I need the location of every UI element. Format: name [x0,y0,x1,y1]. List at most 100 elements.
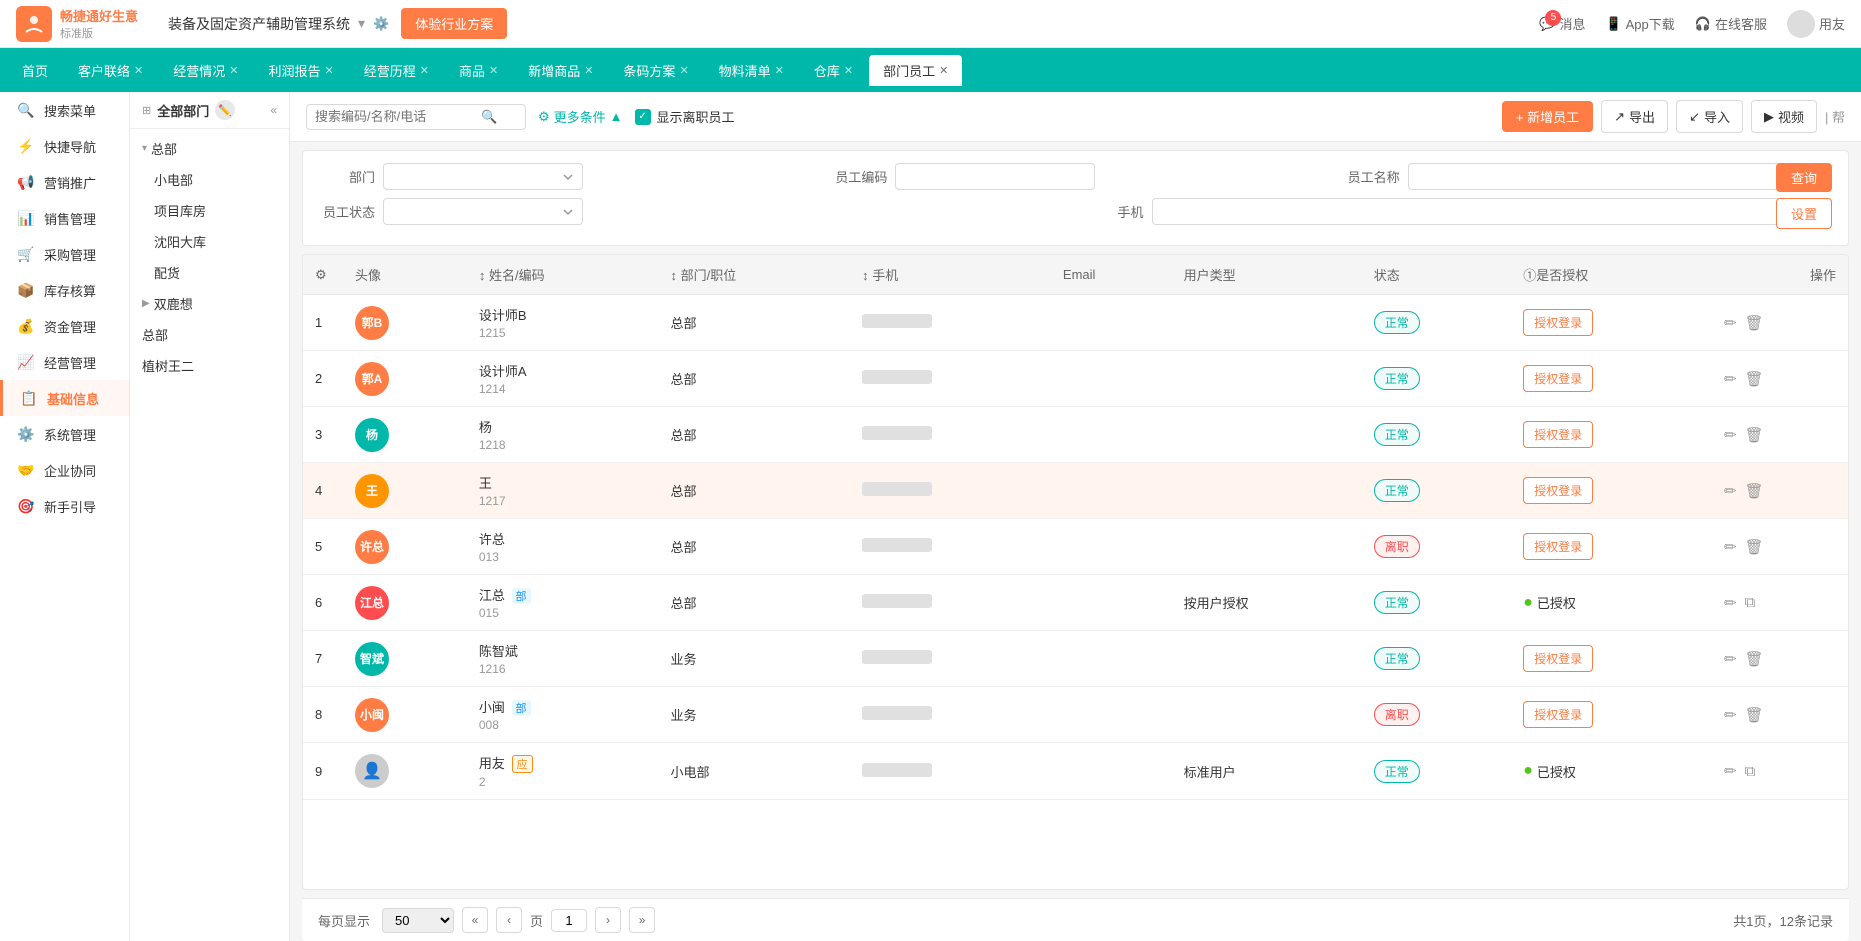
more-filter-button[interactable]: ⚙ 更多条件 ▲ [538,107,623,126]
close-icon[interactable]: ✕ [679,64,688,77]
sidebar-item-basic-info[interactable]: 📋 基础信息 [0,380,129,416]
dept-collapse-button[interactable]: « [270,103,277,117]
close-icon[interactable]: ✕ [584,64,593,77]
edit-icon[interactable]: ✏ [1724,426,1737,444]
emp-status-select[interactable] [383,198,583,225]
import-button[interactable]: ↙ 导入 [1676,100,1743,133]
sidebar-item-collab[interactable]: 🤝 企业协同 [0,452,129,488]
dept-node-xiaodibu[interactable]: 小电部 [130,164,289,195]
edit-icon[interactable]: ✏ [1724,594,1737,612]
dept-node-headquarters-parent[interactable]: ▾ 总部 [130,133,289,164]
dept-node-distribution[interactable]: 配货 [130,257,289,288]
delete-icon[interactable]: 🗑 [1745,314,1764,332]
col-phone[interactable]: ↕ 手机 [850,255,1051,295]
message-btn[interactable]: 💬 5 消息 [1539,14,1585,33]
delete-icon[interactable]: 🗑 [1745,426,1764,444]
close-icon[interactable]: ✕ [325,64,334,77]
tab-new-goods[interactable]: 新增商品 ✕ [514,55,607,86]
dept-node-project-warehouse[interactable]: 项目库房 [130,195,289,226]
show-resigned-toggle[interactable]: ✓ 显示离职员工 [635,107,735,126]
add-employee-button[interactable]: + 新增员工 [1502,101,1593,132]
close-icon[interactable]: ✕ [420,64,429,77]
set-button[interactable]: 设置 [1776,198,1832,229]
export-button[interactable]: ↗ 导出 [1601,100,1668,133]
auth-button[interactable]: 授权登录 [1523,477,1593,504]
sidebar-item-finance[interactable]: 💰 资金管理 [0,308,129,344]
auth-button[interactable]: 授权登录 [1523,645,1593,672]
tab-warehouse[interactable]: 仓库 ✕ [800,55,867,86]
tab-history[interactable]: 经营历程 ✕ [350,55,443,86]
close-icon-active[interactable]: ✕ [939,64,948,77]
delete-icon[interactable]: 🗑 [1745,706,1764,724]
tab-dept-employee[interactable]: 部门员工 ✕ [869,55,962,86]
first-page-button[interactable]: « [462,907,488,933]
search-input-wrap[interactable]: 🔍 [306,104,526,130]
tab-goods[interactable]: 商品 ✕ [445,55,512,86]
prev-page-button[interactable]: ‹ [496,907,522,933]
dept-node-shenyang[interactable]: 沈阳大库 [130,226,289,257]
tab-barcode[interactable]: 条码方案 ✕ [609,55,702,86]
page-size-select[interactable]: 50 100 200 [382,908,454,933]
edit-icon[interactable]: ✏ [1724,706,1737,724]
edit-icon[interactable]: ✏ [1724,482,1737,500]
sidebar-item-search[interactable]: 🔍 搜索菜单 [0,92,129,128]
dropdown-arrow-icon[interactable]: ▾ [358,15,365,32]
close-icon[interactable]: ✕ [134,64,143,77]
view-button[interactable]: ▶ 视频 [1751,100,1817,133]
emp-name-input[interactable] [1408,163,1832,190]
edit-icon[interactable]: ✏ [1724,538,1737,556]
page-number-input[interactable] [551,909,587,932]
tab-operations[interactable]: 经营情况 ✕ [159,55,252,86]
col-name-code[interactable]: ↕ 姓名/编码 [467,255,659,295]
search-input[interactable] [315,109,475,124]
edit-icon[interactable]: ✏ [1724,762,1737,780]
copy-icon[interactable]: ⧉ [1745,763,1756,780]
delete-icon[interactable]: 🗑 [1745,650,1764,668]
edit-icon[interactable]: ✏ [1724,650,1737,668]
col-dept[interactable]: ↕ 部门/职位 [659,255,851,295]
close-icon[interactable]: ✕ [229,64,238,77]
sidebar-item-system[interactable]: ⚙️ 系统管理 [0,416,129,452]
sidebar-item-guide[interactable]: 🎯 新手引导 [0,488,129,524]
delete-icon[interactable]: 🗑 [1745,482,1764,500]
settings-icon[interactable]: ⚙️ [373,16,389,32]
tab-bom[interactable]: 物料清单 ✕ [705,55,798,86]
close-icon[interactable]: ✕ [489,64,498,77]
delete-icon[interactable]: 🗑 [1745,538,1764,556]
next-page-button[interactable]: › [595,907,621,933]
auth-button[interactable]: 授权登录 [1523,421,1593,448]
copy-icon[interactable]: ⧉ [1745,594,1756,611]
dept-node-headquarters[interactable]: 总部 [130,319,289,350]
dept-edit-button[interactable]: ✏️ [215,100,235,120]
tab-customer[interactable]: 客户联络 ✕ [64,55,157,86]
user-menu[interactable]: 用友 [1787,10,1845,38]
last-page-button[interactable]: » [629,907,655,933]
col-settings[interactable]: ⚙ [303,255,343,295]
help-text[interactable]: | 帮 [1825,107,1845,126]
auth-button[interactable]: 授权登录 [1523,365,1593,392]
tab-home[interactable]: 首页 [8,55,62,86]
sidebar-item-inventory[interactable]: 📦 库存核算 [0,272,129,308]
edit-icon[interactable]: ✏ [1724,370,1737,388]
query-button[interactable]: 查询 [1776,163,1832,192]
sidebar-item-purchase[interactable]: 🛒 采购管理 [0,236,129,272]
delete-icon[interactable]: 🗑 [1745,370,1764,388]
sidebar-item-shortcut[interactable]: ⚡ 快捷导航 [0,128,129,164]
emp-code-input[interactable] [895,163,1095,190]
online-service-btn[interactable]: 🎧 在线客服 [1695,14,1767,33]
search-icon[interactable]: 🔍 [481,109,497,125]
dept-node-shuanglu[interactable]: ▶ 双鹿想 [130,288,289,319]
dept-filter-select[interactable] [383,163,583,190]
auth-button[interactable]: 授权登录 [1523,309,1593,336]
edit-icon[interactable]: ✏ [1724,314,1737,332]
close-icon[interactable]: ✕ [844,64,853,77]
auth-button[interactable]: 授权登录 [1523,533,1593,560]
sidebar-item-marketing[interactable]: 📢 营销推广 [0,164,129,200]
trial-button[interactable]: 体验行业方案 [401,8,507,39]
tab-profit[interactable]: 利润报告 ✕ [254,55,347,86]
auth-button[interactable]: 授权登录 [1523,701,1593,728]
sidebar-item-sales[interactable]: 📊 销售管理 [0,200,129,236]
app-download-btn[interactable]: 📱 App下载 [1605,14,1674,33]
sidebar-item-operations[interactable]: 📈 经营管理 [0,344,129,380]
phone-input[interactable] [1152,198,1833,225]
